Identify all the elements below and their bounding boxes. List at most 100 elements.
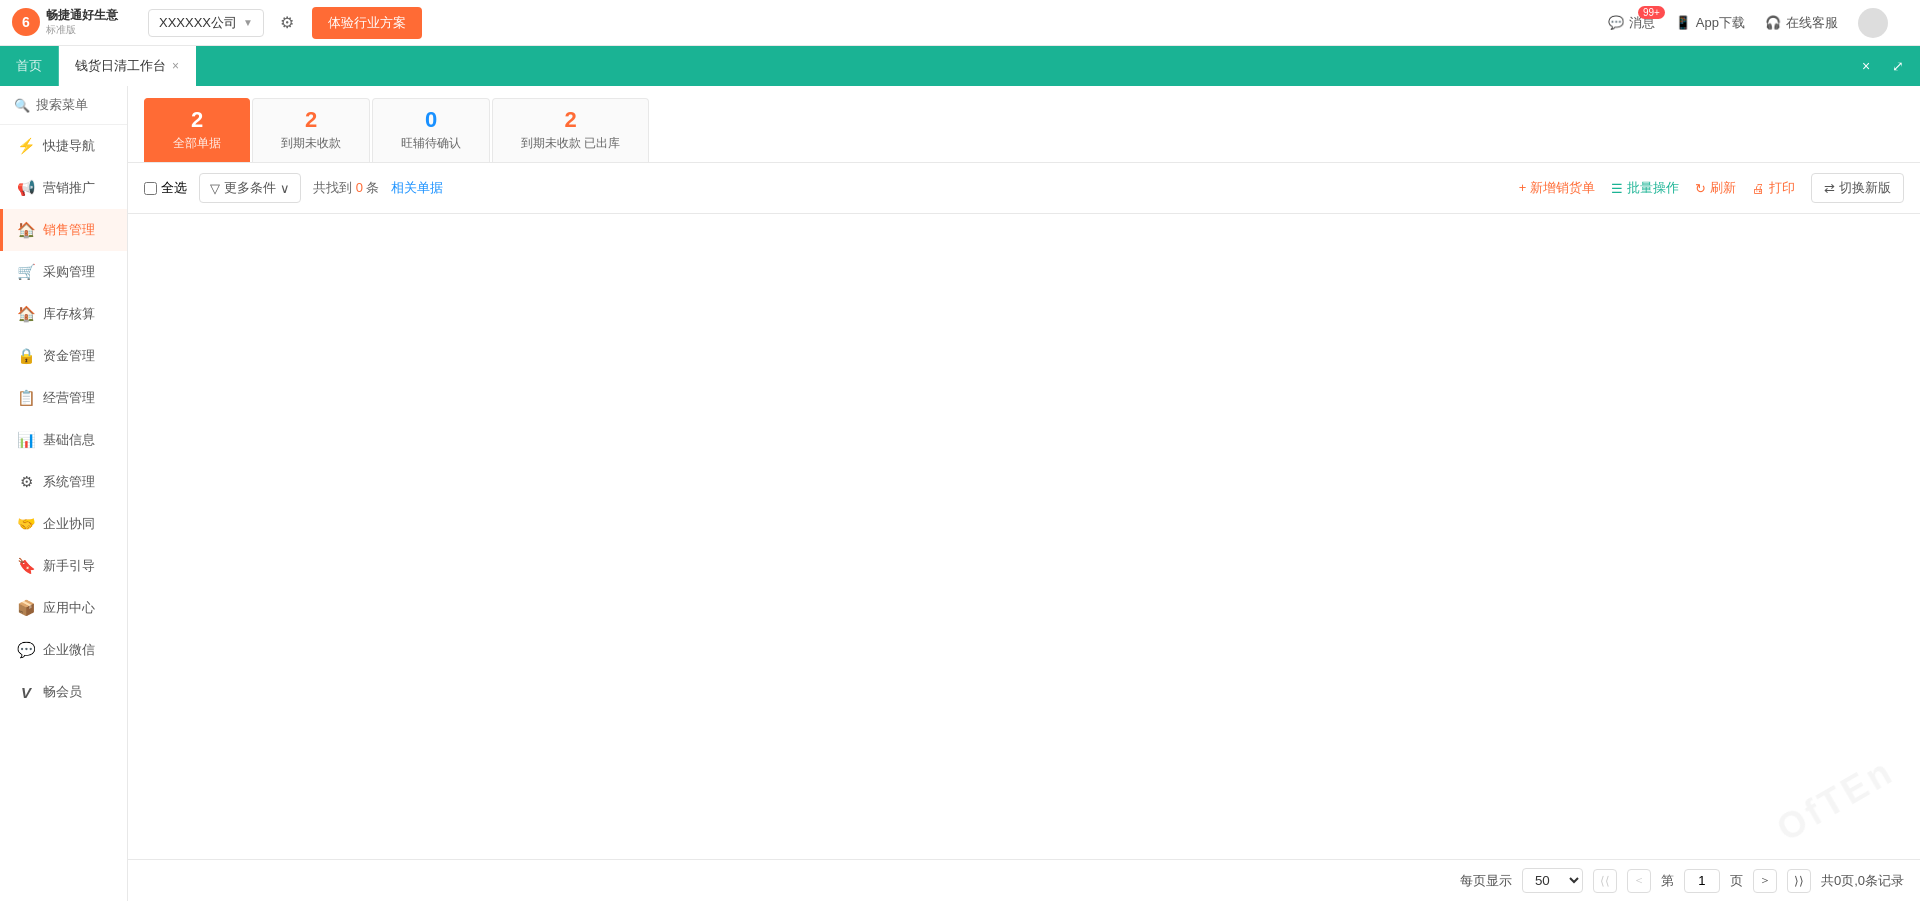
sidebar-item-inventory[interactable]: 🏠 库存核算 — [0, 293, 127, 335]
data-table-area — [128, 214, 1920, 859]
app-download-button[interactable]: 📱 App下载 — [1675, 14, 1745, 32]
toolbar: 全选 ▽ 更多条件 ∨ 共找到 0 条 相关单据 + 新增销货单 ☰ 批量操作 — [128, 163, 1920, 214]
tab-workbench[interactable]: 钱货日清工作台 × — [59, 46, 196, 86]
stat-tab-overdue[interactable]: 2 到期未收款 — [252, 98, 370, 162]
tab-window-controls: × ⤢ — [1854, 54, 1920, 78]
stat-label-overdue: 到期未收款 — [281, 135, 341, 152]
found-number: 0 — [356, 180, 363, 195]
sidebar-item-system[interactable]: ⚙ 系统管理 — [0, 461, 127, 503]
online-service-button[interactable]: 🎧 在线客服 — [1765, 14, 1838, 32]
select-all-label: 全选 — [161, 179, 187, 197]
search-menu-button[interactable]: 🔍 搜索菜单 — [0, 86, 127, 125]
page-suffix: 页 — [1730, 872, 1743, 890]
sidebar-item-label-app-center: 应用中心 — [43, 599, 95, 617]
filter-chevron-icon: ∨ — [280, 181, 290, 196]
system-icon: ⚙ — [17, 473, 35, 491]
page-label: 第 — [1661, 872, 1674, 890]
refresh-icon: ↻ — [1695, 181, 1706, 196]
tab-workbench-label: 钱货日清工作台 — [75, 57, 166, 75]
app-title: 畅捷通好生意 — [46, 8, 118, 22]
filter-icon: ▽ — [210, 181, 220, 196]
sidebar-item-weixin[interactable]: 💬 企业微信 — [0, 629, 127, 671]
stat-tab-overdue-out[interactable]: 2 到期未收款 已出库 — [492, 98, 649, 162]
stat-label-all: 全部单据 — [173, 135, 221, 152]
sidebar-item-cooperation[interactable]: 🤝 企业协同 — [0, 503, 127, 545]
sidebar-item-purchase[interactable]: 🛒 采购管理 — [0, 251, 127, 293]
sidebar-item-finance[interactable]: 🔒 资金管理 — [0, 335, 127, 377]
online-service-label: 在线客服 — [1786, 14, 1838, 32]
last-page-button[interactable]: ⟩⟩ — [1787, 869, 1811, 893]
new-sales-order-button[interactable]: + 新增销货单 — [1519, 179, 1595, 197]
sidebar-item-marketing[interactable]: 📢 营销推广 — [0, 167, 127, 209]
batch-operation-button[interactable]: ☰ 批量操作 — [1611, 179, 1679, 197]
print-label: 打印 — [1769, 179, 1795, 197]
per-page-label: 每页显示 — [1460, 872, 1512, 890]
search-icon: 🔍 — [14, 98, 30, 113]
app-download-icon: 📱 — [1675, 15, 1691, 30]
sidebar-item-quick-nav[interactable]: ⚡ 快捷导航 — [0, 125, 127, 167]
per-page-select[interactable]: 50 10 20 100 — [1522, 868, 1583, 893]
headset-icon: 🎧 — [1765, 15, 1781, 30]
toolbar-right: + 新增销货单 ☰ 批量操作 ↻ 刷新 🖨 打印 ⇄ 切换新版 — [1519, 173, 1904, 203]
pagination-bar: 每页显示 50 10 20 100 ⟨⟨ ＜ 第 页 ＞ ⟩⟩ 共0页,0条记录 — [128, 859, 1920, 901]
user-avatar[interactable] — [1858, 8, 1888, 38]
prev-page-button[interactable]: ＜ — [1627, 869, 1651, 893]
pagination-summary: 共0页,0条记录 — [1821, 872, 1904, 890]
batch-icon: ☰ — [1611, 181, 1623, 196]
sidebar-item-sales[interactable]: 🏠 销售管理 — [0, 209, 127, 251]
switch-icon: ⇄ — [1824, 181, 1835, 196]
stat-tab-all[interactable]: 2 全部单据 — [144, 98, 250, 162]
member-icon: V — [17, 684, 35, 701]
header-right: 💬 消息 99+ 📱 App下载 🎧 在线客服 — [1608, 8, 1908, 38]
minimize-button[interactable]: × — [1854, 54, 1878, 78]
tab-home[interactable]: 首页 — [0, 46, 59, 86]
filter-label: 更多条件 — [224, 179, 276, 197]
company-selector[interactable]: XXXXXX公司 ▼ — [148, 9, 264, 37]
sidebar-item-label-inventory: 库存核算 — [43, 305, 95, 323]
top-header: 6 畅捷通好生意 标准版 XXXXXX公司 ▼ ⚙ 体验行业方案 💬 消息 99… — [0, 0, 1920, 46]
select-all-checkbox[interactable]: 全选 — [144, 179, 187, 197]
sidebar-item-guide[interactable]: 🔖 新手引导 — [0, 545, 127, 587]
stat-number-all: 2 — [173, 107, 221, 133]
print-button[interactable]: 🖨 打印 — [1752, 179, 1795, 197]
switch-label: 切换新版 — [1839, 179, 1891, 197]
purchase-icon: 🛒 — [17, 263, 35, 281]
sidebar-item-label-marketing: 营销推广 — [43, 179, 95, 197]
page-number-input[interactable] — [1684, 869, 1720, 893]
sidebar-item-member[interactable]: V 畅会员 — [0, 671, 127, 713]
switch-version-button[interactable]: ⇄ 切换新版 — [1811, 173, 1904, 203]
sidebar-item-app-center[interactable]: 📦 应用中心 — [0, 587, 127, 629]
sidebar-item-operations[interactable]: 📋 经营管理 — [0, 377, 127, 419]
filter-button[interactable]: ▽ 更多条件 ∨ — [199, 173, 301, 203]
stats-tabs: 2 全部单据 2 到期未收款 0 旺辅待确认 2 到期未收款 已出库 — [128, 86, 1920, 163]
next-page-button[interactable]: ＞ — [1753, 869, 1777, 893]
finance-icon: 🔒 — [17, 347, 35, 365]
sales-icon: 🏠 — [17, 221, 35, 239]
stat-tab-pending[interactable]: 0 旺辅待确认 — [372, 98, 490, 162]
sidebar-item-label-member: 畅会员 — [43, 683, 82, 701]
sidebar-item-label-cooperation: 企业协同 — [43, 515, 95, 533]
trial-button[interactable]: 体验行业方案 — [312, 7, 422, 39]
logo-text: 畅捷通好生意 标准版 — [46, 8, 118, 36]
stat-number-overdue-out: 2 — [521, 107, 620, 133]
tab-close-icon[interactable]: × — [172, 59, 179, 73]
inventory-icon: 🏠 — [17, 305, 35, 323]
settings-button[interactable]: ⚙ — [272, 8, 302, 38]
message-button[interactable]: 💬 消息 99+ — [1608, 14, 1655, 32]
sidebar-item-base-info[interactable]: 📊 基础信息 — [0, 419, 127, 461]
logo-area: 6 畅捷通好生意 标准版 — [12, 8, 140, 36]
sidebar: 🔍 搜索菜单 ⚡ 快捷导航 📢 营销推广 🏠 销售管理 🛒 采购管理 🏠 库存核… — [0, 86, 128, 901]
maximize-button[interactable]: ⤢ — [1886, 54, 1910, 78]
first-page-button[interactable]: ⟨⟨ — [1593, 869, 1617, 893]
sidebar-item-label-guide: 新手引导 — [43, 557, 95, 575]
related-orders-link[interactable]: 相关单据 — [391, 179, 443, 197]
select-all-input[interactable] — [144, 182, 157, 195]
stat-label-overdue-out: 到期未收款 已出库 — [521, 135, 620, 152]
refresh-button[interactable]: ↻ 刷新 — [1695, 179, 1736, 197]
found-unit: 条 — [366, 180, 379, 195]
sidebar-item-label-system: 系统管理 — [43, 473, 95, 491]
sidebar-item-label-base-info: 基础信息 — [43, 431, 95, 449]
sidebar-item-label-quick-nav: 快捷导航 — [43, 137, 95, 155]
stat-label-pending: 旺辅待确认 — [401, 135, 461, 152]
stat-number-pending: 0 — [401, 107, 461, 133]
